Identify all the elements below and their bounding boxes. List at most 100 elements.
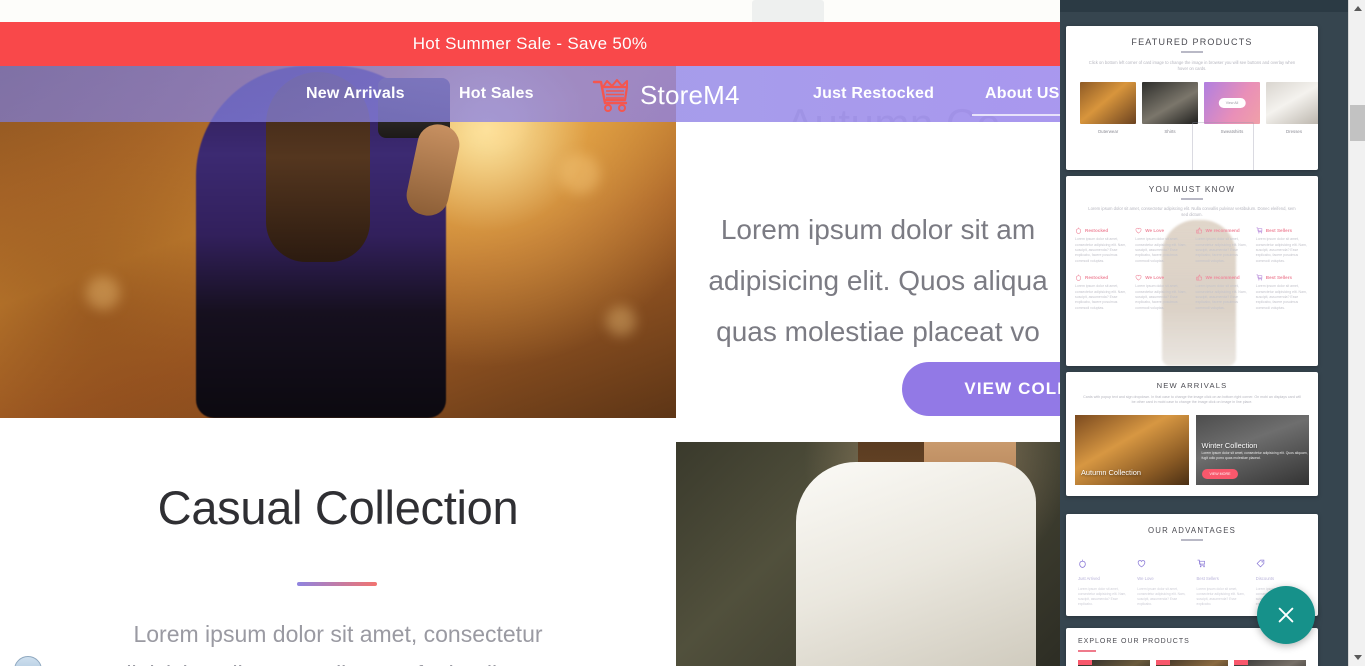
must-know-item[interactable]: Best Sellers Lorem ipsum dolor sit amet,… [1256, 274, 1309, 311]
site-brand-logo[interactable]: StoreM4 [592, 76, 740, 114]
item-heading: We recommend [1205, 228, 1240, 234]
item-heading-row: We recommend [1195, 227, 1249, 234]
casual-collection-paragraph: Lorem ipsum dolor sit amet, consectetur … [0, 614, 676, 666]
block-title: NEW ARRIVALS [1156, 381, 1228, 390]
block-card-you-must-know[interactable]: YOU MUST KNOW Lorem ipsum dolor sit amet… [1066, 176, 1318, 366]
item-heading-row: Best Sellers [1256, 227, 1309, 234]
bokeh-light [606, 306, 636, 336]
item-body: Lorem ipsum dolor sit amet, consectetur … [1135, 284, 1187, 310]
item-heading: Restocked [1085, 275, 1109, 281]
must-know-item[interactable]: We Love Lorem ipsum dolor sit amet, cons… [1135, 274, 1188, 311]
promo-banner[interactable]: Hot Summer Sale - Save 50% [0, 22, 1060, 66]
block-title: YOU MUST KNOW [1148, 185, 1236, 194]
advantage-body: Lorem ipsum dolor sit amet, consectetur … [1137, 586, 1186, 607]
casual-collection-photo[interactable] [676, 442, 1060, 666]
item-heading-row: Best Sellers [1256, 274, 1309, 281]
advantage-item[interactable]: Best Sellers Lorem ipsum dolor sit amet,… [1197, 555, 1247, 608]
card-view-more-button[interactable]: VIEW MORE [1201, 468, 1239, 479]
shopping-cart-icon [1197, 559, 1205, 567]
shopping-cart-icon [1256, 227, 1262, 234]
must-know-item[interactable]: Best Sellers Lorem ipsum dolor sit amet,… [1256, 227, 1309, 264]
new-arrivals-card-autumn[interactable]: Autumn Collection [1075, 414, 1189, 485]
product-image [1080, 82, 1136, 125]
heart-icon [1135, 275, 1142, 281]
item-body: Lorem ipsum dolor sit amet, consectetur … [1075, 237, 1127, 263]
item-heading-row: We recommend [1195, 274, 1249, 281]
must-know-item[interactable]: We recommend Lorem ipsum dolor sit amet,… [1196, 274, 1249, 311]
scrollbar-thumb[interactable] [1350, 105, 1365, 141]
close-panel-button[interactable] [1257, 586, 1315, 644]
bokeh-light [86, 276, 120, 310]
tag-icon [1256, 559, 1264, 567]
close-icon [1278, 607, 1294, 623]
explore-thumb[interactable] [1156, 659, 1228, 666]
featured-thumb-dresses[interactable]: Dresses [1266, 82, 1318, 134]
must-know-item[interactable]: We recommend Lorem ipsum dolor sit amet,… [1196, 227, 1249, 264]
explore-thumb[interactable] [1078, 659, 1150, 666]
chevron-up-icon [1353, 6, 1362, 11]
block-title: FEATURED PRODUCTS [1131, 37, 1253, 47]
must-know-item[interactable]: We Love Lorem ipsum dolor sit amet, cons… [1135, 227, 1188, 264]
new-arrivals-card-winter[interactable]: Winter Collection Lorem ipsum dolor sit … [1195, 414, 1309, 485]
scroll-up-button[interactable] [1349, 0, 1365, 17]
view-all-overlay-button[interactable]: View All [1218, 98, 1246, 109]
casual-paragraph-line: adipisicing elit. Quos aliquam, fugit od… [0, 654, 676, 666]
sale-tag [1156, 659, 1170, 665]
hero-paragraph: Lorem ipsum dolor sit am adipisicing eli… [668, 204, 1060, 357]
casual-collection-section: Casual Collection Lorem ipsum dolor sit … [0, 418, 1060, 666]
apple-icon [1076, 274, 1081, 282]
item-heading-row: Restocked [1075, 227, 1128, 234]
advantage-heading: Just Arrived [1078, 575, 1100, 581]
block-card-featured-products[interactable]: FEATURED PRODUCTS Click on bottom left c… [1066, 26, 1318, 170]
item-body: Lorem ipsum dolor sit amet, consectetur … [1255, 237, 1307, 263]
view-collection-button[interactable]: VIEW COLLECTION [902, 362, 1060, 416]
nav-link-just-restocked[interactable]: Just Restocked [813, 85, 934, 103]
hero-paragraph-line: quas molestiae placeat vo [716, 316, 1040, 347]
browser-tab-ghost[interactable] [752, 0, 824, 22]
block-card-new-arrivals[interactable]: NEW ARRIVALS Cards with popup text and s… [1066, 372, 1318, 496]
product-label: Shirts [1164, 129, 1176, 135]
must-know-grid-row-2: Restocked Lorem ipsum dolor sit amet, co… [1075, 274, 1309, 311]
nav-link-about-us[interactable]: About US [985, 85, 1059, 103]
scroll-down-button[interactable] [1349, 649, 1365, 666]
advantage-item[interactable]: We Love Lorem ipsum dolor sit amet, cons… [1137, 555, 1187, 608]
must-know-grid-row-1: Restocked Lorem ipsum dolor sit amet, co… [1075, 227, 1309, 264]
sale-tag [1234, 659, 1248, 665]
must-know-item[interactable]: Restocked Lorem ipsum dolor sit amet, co… [1075, 227, 1128, 264]
advantage-heading: Discounts [1255, 575, 1275, 581]
advantage-heading: We Love [1137, 575, 1154, 581]
explore-thumb[interactable] [1234, 659, 1306, 666]
advantage-item[interactable]: Just Arrived Lorem ipsum dolor sit amet,… [1078, 555, 1128, 608]
nav-link-hot-sales[interactable]: Hot Sales [459, 85, 534, 103]
block-subtitle: Lorem ipsum dolor sit amet, consectetur … [1088, 205, 1296, 217]
block-title-rule [1181, 51, 1203, 53]
casual-collection-title: Casual Collection [157, 481, 519, 534]
card-title: Autumn Collection [1081, 467, 1141, 477]
bokeh-light [560, 154, 600, 194]
sale-tag [1078, 659, 1092, 665]
block-library-panel[interactable]: FEATURED PRODUCTS Click on bottom left c… [1060, 0, 1348, 666]
item-body: Lorem ipsum dolor sit amet, consectetur … [1195, 237, 1247, 263]
item-body: Lorem ipsum dolor sit amet, consectetur … [1135, 237, 1187, 263]
product-label: Dresses [1285, 129, 1303, 135]
featured-thumb-shirts[interactable]: Shirts [1142, 82, 1198, 134]
item-heading: We Love [1145, 275, 1165, 281]
item-body: Lorem ipsum dolor sit amet, consectetur … [1195, 284, 1247, 310]
heart-icon [1138, 559, 1146, 567]
thumbs-up-icon [1195, 274, 1202, 281]
item-heading: Best Sellers [1265, 228, 1293, 234]
featured-thumb-outerwear[interactable]: Outerwear [1080, 82, 1136, 134]
vertical-scrollbar[interactable] [1348, 0, 1365, 666]
site-preview-canvas[interactable]: Hot Summer Sale - Save 50% Autumn Co Lor… [0, 22, 1060, 666]
item-heading-row: We Love [1135, 227, 1188, 234]
nav-link-new-arrivals[interactable]: New Arrivals [306, 85, 405, 103]
item-heading-row: We Love [1135, 274, 1188, 281]
nav-active-underline [972, 114, 1060, 116]
casual-paragraph-line: Lorem ipsum dolor sit amet, consectetur [133, 621, 543, 647]
apple-icon [1076, 227, 1081, 234]
heart-icon [1135, 228, 1142, 234]
site-brand-name: StoreM4 [640, 79, 740, 110]
block-title-rule [1181, 198, 1203, 200]
must-know-item[interactable]: Restocked Lorem ipsum dolor sit amet, co… [1075, 274, 1128, 311]
item-heading: We Love [1145, 228, 1165, 234]
